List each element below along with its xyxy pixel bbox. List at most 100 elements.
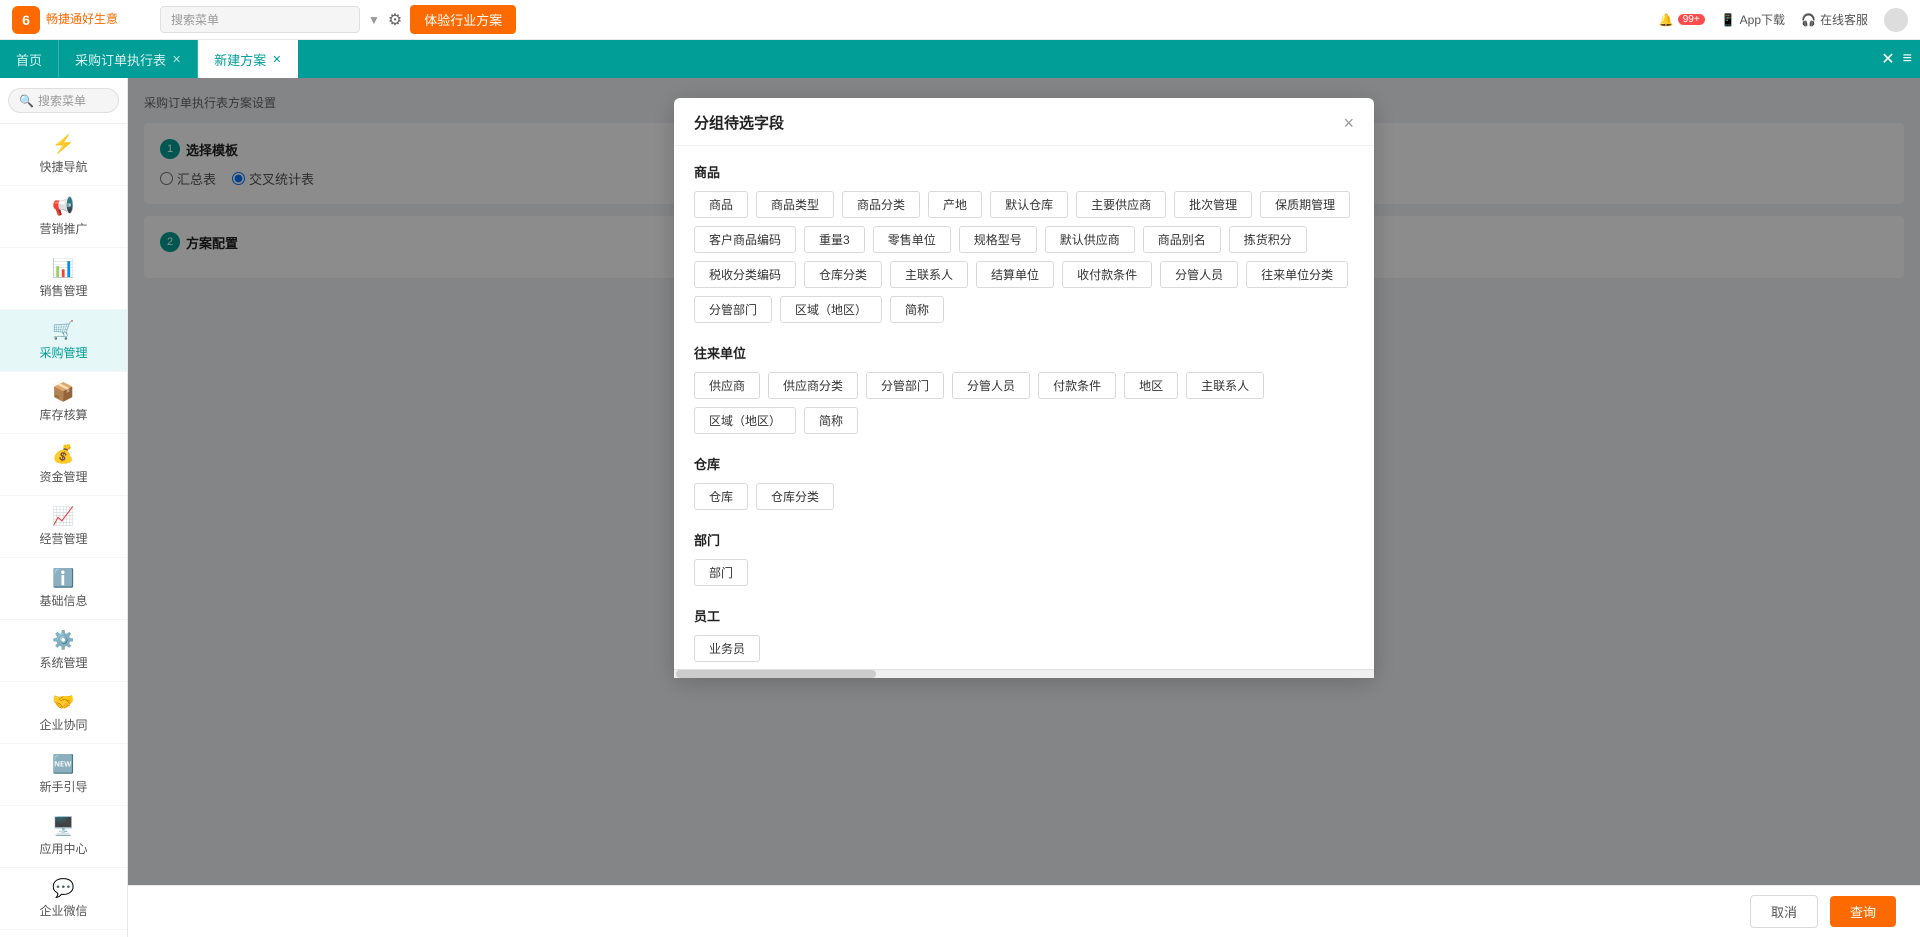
tag-dept2[interactable]: 分管部门 xyxy=(866,372,944,399)
tag-default-supplier[interactable]: 默认供应商 xyxy=(1045,226,1135,253)
tag-retail-unit[interactable]: 零售单位 xyxy=(873,226,951,253)
section-staff-tags: 业务员 xyxy=(694,635,1354,662)
tag-settlement-unit[interactable]: 结算单位 xyxy=(976,261,1054,288)
sidebar-item-quick-nav[interactable]: ⚡ 快捷导航 xyxy=(0,124,127,186)
header-search-box[interactable]: 搜索菜单 xyxy=(160,6,360,33)
operations-icon: 📈 xyxy=(52,506,74,527)
tag-expiry-mgmt[interactable]: 保质期管理 xyxy=(1260,191,1350,218)
modal-scrollbar[interactable] xyxy=(674,669,1374,678)
newbie-icon: 🆕 xyxy=(52,754,74,775)
tag-product[interactable]: 商品 xyxy=(694,191,748,218)
tag-partner-category[interactable]: 往来单位分类 xyxy=(1246,261,1348,288)
online-support-label: 在线客服 xyxy=(1820,11,1868,28)
tag-supervisor2[interactable]: 分管人员 xyxy=(952,372,1030,399)
tag-warehouse[interactable]: 仓库 xyxy=(694,483,748,510)
section-partner-tags: 供应商 供应商分类 分管部门 分管人员 付款条件 地区 主联系人 区域（地区） … xyxy=(694,372,1354,434)
app-download-item[interactable]: 📱 App下载 xyxy=(1721,11,1785,28)
tag-customer-product-code[interactable]: 客户商品编码 xyxy=(694,226,796,253)
section-warehouse: 仓库 仓库 仓库分类 xyxy=(694,454,1354,510)
logo-icon: 6 xyxy=(12,6,40,34)
tab-new-plan[interactable]: 新建方案 ✕ xyxy=(198,40,298,78)
confirm-button[interactable]: 查询 xyxy=(1830,896,1896,927)
tag-supervisor[interactable]: 分管人员 xyxy=(1160,261,1238,288)
sidebar-item-member[interactable]: 👥 畅会员 xyxy=(0,930,127,937)
sidebar-item-sales[interactable]: 📊 销售管理 xyxy=(0,248,127,310)
sidebar-item-label: 系统管理 xyxy=(39,654,87,671)
tag-product-category[interactable]: 商品分类 xyxy=(842,191,920,218)
tag-payment-terms[interactable]: 收付款条件 xyxy=(1062,261,1152,288)
tag-salesperson[interactable]: 业务员 xyxy=(694,635,760,662)
user-avatar[interactable] xyxy=(1884,8,1908,32)
tab-close-all[interactable]: ✕ xyxy=(1881,49,1894,69)
tab-purchase-order[interactable]: 采购订单执行表 ✕ xyxy=(59,40,198,78)
tag-region2[interactable]: 地区 xyxy=(1124,372,1178,399)
tag-dept[interactable]: 分管部门 xyxy=(694,296,772,323)
tag-default-warehouse[interactable]: 默认仓库 xyxy=(990,191,1068,218)
tab-actions: ✕ ≡ xyxy=(298,49,1920,69)
app-download-label: App下载 xyxy=(1740,11,1785,28)
app-center-icon: 🖥️ xyxy=(52,816,74,837)
sidebar-item-label: 销售管理 xyxy=(39,282,87,299)
sidebar-search-box[interactable]: 🔍 搜索菜单 xyxy=(8,88,119,113)
modal-close-button[interactable]: × xyxy=(1343,114,1354,132)
cancel-button[interactable]: 取消 xyxy=(1750,895,1818,928)
phone-icon: 📱 xyxy=(1721,13,1736,27)
tag-supplier-category[interactable]: 供应商分类 xyxy=(768,372,858,399)
tab-menu[interactable]: ≡ xyxy=(1903,50,1912,68)
tab-new-plan-close[interactable]: ✕ xyxy=(272,53,281,66)
tab-bar: 首页 采购订单执行表 ✕ 新建方案 ✕ ✕ ≡ xyxy=(0,40,1920,78)
tag-region3[interactable]: 区域（地区） xyxy=(694,407,796,434)
tag-warehouse-category[interactable]: 仓库分类 xyxy=(804,261,882,288)
dropdown-arrow-icon[interactable]: ▼ xyxy=(368,13,380,27)
sidebar-item-app-center[interactable]: 🖥️ 应用中心 xyxy=(0,806,127,868)
tag-weight3[interactable]: 重量3 xyxy=(804,226,865,253)
tag-main-contact[interactable]: 主联系人 xyxy=(890,261,968,288)
tag-pick-points[interactable]: 拣货积分 xyxy=(1229,226,1307,253)
tag-supplier[interactable]: 供应商 xyxy=(694,372,760,399)
sidebar-item-purchase[interactable]: 🛒 采购管理 xyxy=(0,310,127,372)
tag-origin[interactable]: 产地 xyxy=(928,191,982,218)
tag-product-alias[interactable]: 商品别名 xyxy=(1143,226,1221,253)
sidebar-item-marketing[interactable]: 📢 营销推广 xyxy=(0,186,127,248)
notification-item[interactable]: 🔔 99+ xyxy=(1659,13,1705,27)
tag-spec-model[interactable]: 规格型号 xyxy=(959,226,1037,253)
tab-new-plan-label: 新建方案 xyxy=(214,50,266,69)
tag-main-contact2[interactable]: 主联系人 xyxy=(1186,372,1264,399)
settings-icon[interactable]: ⚙ xyxy=(388,10,402,30)
sidebar-item-label: 企业微信 xyxy=(39,902,87,919)
header-search-area: 搜索菜单 ▼ ⚙ 体验行业方案 xyxy=(140,5,1659,34)
trial-button[interactable]: 体验行业方案 xyxy=(410,5,516,34)
section-warehouse-tags: 仓库 仓库分类 xyxy=(694,483,1354,510)
sidebar-item-label: 资金管理 xyxy=(39,468,87,485)
logo-text: 畅捷通好生意 xyxy=(46,12,118,26)
sidebar-item-inventory[interactable]: 📦 库存核算 xyxy=(0,372,127,434)
tag-main-supplier[interactable]: 主要供应商 xyxy=(1076,191,1166,218)
avatar-icon xyxy=(1884,8,1908,32)
modal-body[interactable]: 商品 商品 商品类型 商品分类 产地 默认仓库 主要供应商 批次管理 保质期管理… xyxy=(674,146,1374,669)
online-support-item[interactable]: 🎧 在线客服 xyxy=(1801,11,1868,28)
inventory-icon: 📦 xyxy=(52,382,74,403)
field-select-modal: 分组待选字段 × 商品 商品 商品类型 商品分类 产地 默认仓库 主要供应商 批… xyxy=(674,98,1374,678)
sidebar-item-enterprise-wechat[interactable]: 💬 企业微信 xyxy=(0,868,127,930)
tag-abbreviation2[interactable]: 简称 xyxy=(804,407,858,434)
tag-payment-cond[interactable]: 付款条件 xyxy=(1038,372,1116,399)
tag-batch-mgmt[interactable]: 批次管理 xyxy=(1174,191,1252,218)
sidebar-item-basic-info[interactable]: ℹ️ 基础信息 xyxy=(0,558,127,620)
tag-abbreviation[interactable]: 简称 xyxy=(890,296,944,323)
tag-tax-code[interactable]: 税收分类编码 xyxy=(694,261,796,288)
tab-home[interactable]: 首页 xyxy=(0,40,59,78)
tag-department[interactable]: 部门 xyxy=(694,559,748,586)
search-icon: 🔍 xyxy=(19,94,34,108)
sidebar-item-system[interactable]: ⚙️ 系统管理 xyxy=(0,620,127,682)
tag-product-type[interactable]: 商品类型 xyxy=(756,191,834,218)
sidebar-item-operations[interactable]: 📈 经营管理 xyxy=(0,496,127,558)
sidebar-item-newbie[interactable]: 🆕 新手引导 xyxy=(0,744,127,806)
sidebar-search-label: 搜索菜单 xyxy=(38,92,86,109)
tab-purchase-order-close[interactable]: ✕ xyxy=(172,53,181,66)
sidebar-item-finance[interactable]: 💰 资金管理 xyxy=(0,434,127,496)
sidebar-item-enterprise[interactable]: 🤝 企业协同 xyxy=(0,682,127,744)
tag-region[interactable]: 区域（地区） xyxy=(780,296,882,323)
sidebar: 🔍 搜索菜单 ⚡ 快捷导航 📢 营销推广 📊 销售管理 🛒 采购管理 📦 库存核… xyxy=(0,78,128,937)
tag-warehouse-cat[interactable]: 仓库分类 xyxy=(756,483,834,510)
sidebar-item-label: 经营管理 xyxy=(39,530,87,547)
